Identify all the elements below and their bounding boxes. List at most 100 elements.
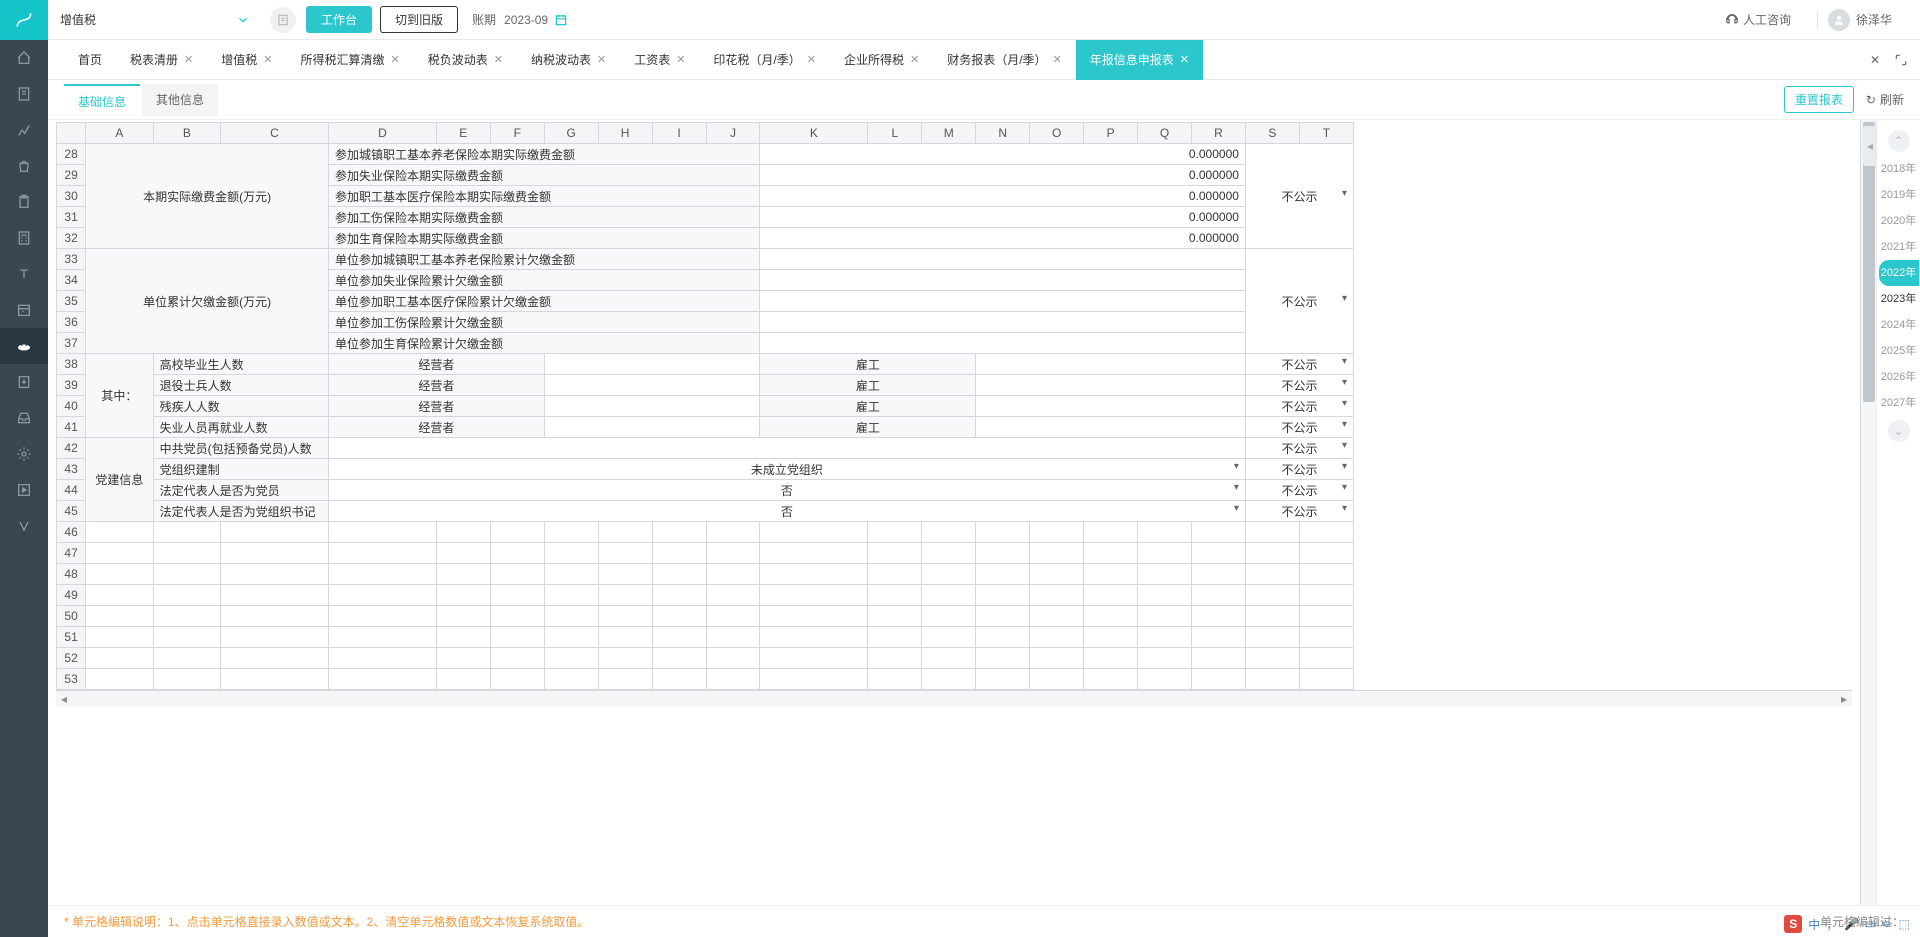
empty-cell[interactable] [221,585,329,606]
tab-10[interactable]: 年报信息申报表✕ [1076,40,1203,80]
empty-cell[interactable] [153,585,220,606]
empty-cell[interactable] [598,648,652,669]
empty-cell[interactable] [544,648,598,669]
empty-cell[interactable] [1245,564,1299,585]
ime-item[interactable]: ✏ [1883,917,1893,931]
empty-cell[interactable] [1245,627,1299,648]
empty-cell[interactable] [490,522,544,543]
period-value[interactable]: 2023-09 [504,13,548,27]
nav-active-icon[interactable] [0,328,48,364]
value-cell[interactable] [328,438,1245,459]
empty-cell[interactable] [1030,669,1084,690]
yearstrip-down-icon[interactable]: ⌄ [1888,420,1910,442]
value-cell[interactable] [976,375,1246,396]
value-cell[interactable] [760,333,1245,354]
visibility-dropdown[interactable]: 不公示 [1245,144,1353,249]
ime-item[interactable]: 中 [1808,916,1820,933]
empty-cell[interactable] [706,543,760,564]
row-header[interactable]: 28 [57,144,86,165]
visibility-dropdown[interactable]: 不公示 [1245,396,1353,417]
calendar-icon[interactable] [554,13,568,27]
empty-cell[interactable] [153,627,220,648]
value-cell[interactable]: 0.000000 [760,165,1245,186]
year-option[interactable]: 2018年 [1879,156,1919,182]
empty-cell[interactable] [1245,606,1299,627]
nav-export-icon[interactable] [0,364,48,400]
value-cell[interactable] [976,354,1246,375]
empty-cell[interactable] [922,648,976,669]
empty-cell[interactable] [153,522,220,543]
row-header[interactable]: 49 [57,585,86,606]
empty-cell[interactable] [1030,606,1084,627]
empty-cell[interactable] [868,522,922,543]
empty-cell[interactable] [490,606,544,627]
empty-cell[interactable] [868,585,922,606]
empty-cell[interactable] [652,543,706,564]
empty-cell[interactable] [153,669,220,690]
visibility-dropdown[interactable]: 不公示 [1245,375,1353,396]
empty-cell[interactable] [1191,564,1245,585]
subtab-other[interactable]: 其他信息 [142,84,218,116]
empty-cell[interactable] [760,543,868,564]
empty-cell[interactable] [544,522,598,543]
help-link[interactable]: 人工咨询 [1725,11,1791,28]
row-header[interactable]: 35 [57,291,86,312]
empty-cell[interactable] [221,606,329,627]
empty-cell[interactable] [490,669,544,690]
col-header[interactable]: M [922,123,976,144]
empty-cell[interactable] [868,627,922,648]
value-cell[interactable] [760,312,1245,333]
tab-6[interactable]: 工资表✕ [620,40,699,80]
empty-cell[interactable] [652,648,706,669]
empty-cell[interactable] [652,606,706,627]
col-header[interactable]: S [1245,123,1299,144]
empty-cell[interactable] [436,606,490,627]
empty-cell[interactable] [221,648,329,669]
empty-cell[interactable] [490,585,544,606]
year-option[interactable]: 2025年 [1879,338,1919,364]
row-header[interactable]: 52 [57,648,86,669]
value-cell[interactable] [544,417,760,438]
tab-9[interactable]: 财务报表（月/季）✕ [933,40,1076,80]
empty-cell[interactable] [86,648,153,669]
empty-cell[interactable] [976,606,1030,627]
value-cell[interactable] [760,291,1245,312]
empty-cell[interactable] [1138,564,1192,585]
empty-cell[interactable] [706,585,760,606]
empty-cell[interactable] [1245,585,1299,606]
row-header[interactable]: 29 [57,165,86,186]
year-option[interactable]: 2023年 [1879,286,1919,312]
empty-cell[interactable] [1030,522,1084,543]
empty-cell[interactable] [1030,648,1084,669]
col-header[interactable]: B [153,123,220,144]
empty-cell[interactable] [1084,585,1138,606]
nav-bag-icon[interactable] [0,148,48,184]
row-header[interactable]: 36 [57,312,86,333]
empty-cell[interactable] [1138,669,1192,690]
row-header[interactable]: 44 [57,480,86,501]
value-cell[interactable] [544,354,760,375]
value-cell[interactable] [544,396,760,417]
year-option[interactable]: 2024年 [1879,312,1919,338]
row-header[interactable]: 45 [57,501,86,522]
close-all-tabs-button[interactable]: ✕ [1862,47,1888,73]
empty-cell[interactable] [706,564,760,585]
row-header[interactable]: 32 [57,228,86,249]
tab-close-icon[interactable]: ✕ [676,53,685,66]
empty-cell[interactable] [328,585,436,606]
col-header[interactable]: O [1030,123,1084,144]
empty-cell[interactable] [922,522,976,543]
tab-close-icon[interactable]: ✕ [1053,53,1062,66]
empty-cell[interactable] [868,669,922,690]
empty-cell[interactable] [1191,522,1245,543]
empty-cell[interactable] [153,648,220,669]
year-option[interactable]: 2026年 [1879,364,1919,390]
nav-clipboard-icon[interactable] [0,184,48,220]
vertical-scrollbar[interactable] [1860,120,1876,905]
empty-cell[interactable] [652,669,706,690]
empty-cell[interactable] [544,606,598,627]
nav-calendar-icon[interactable] [0,292,48,328]
value-cell[interactable] [760,249,1245,270]
tab-8[interactable]: 企业所得税✕ [830,40,933,80]
empty-cell[interactable] [760,669,868,690]
